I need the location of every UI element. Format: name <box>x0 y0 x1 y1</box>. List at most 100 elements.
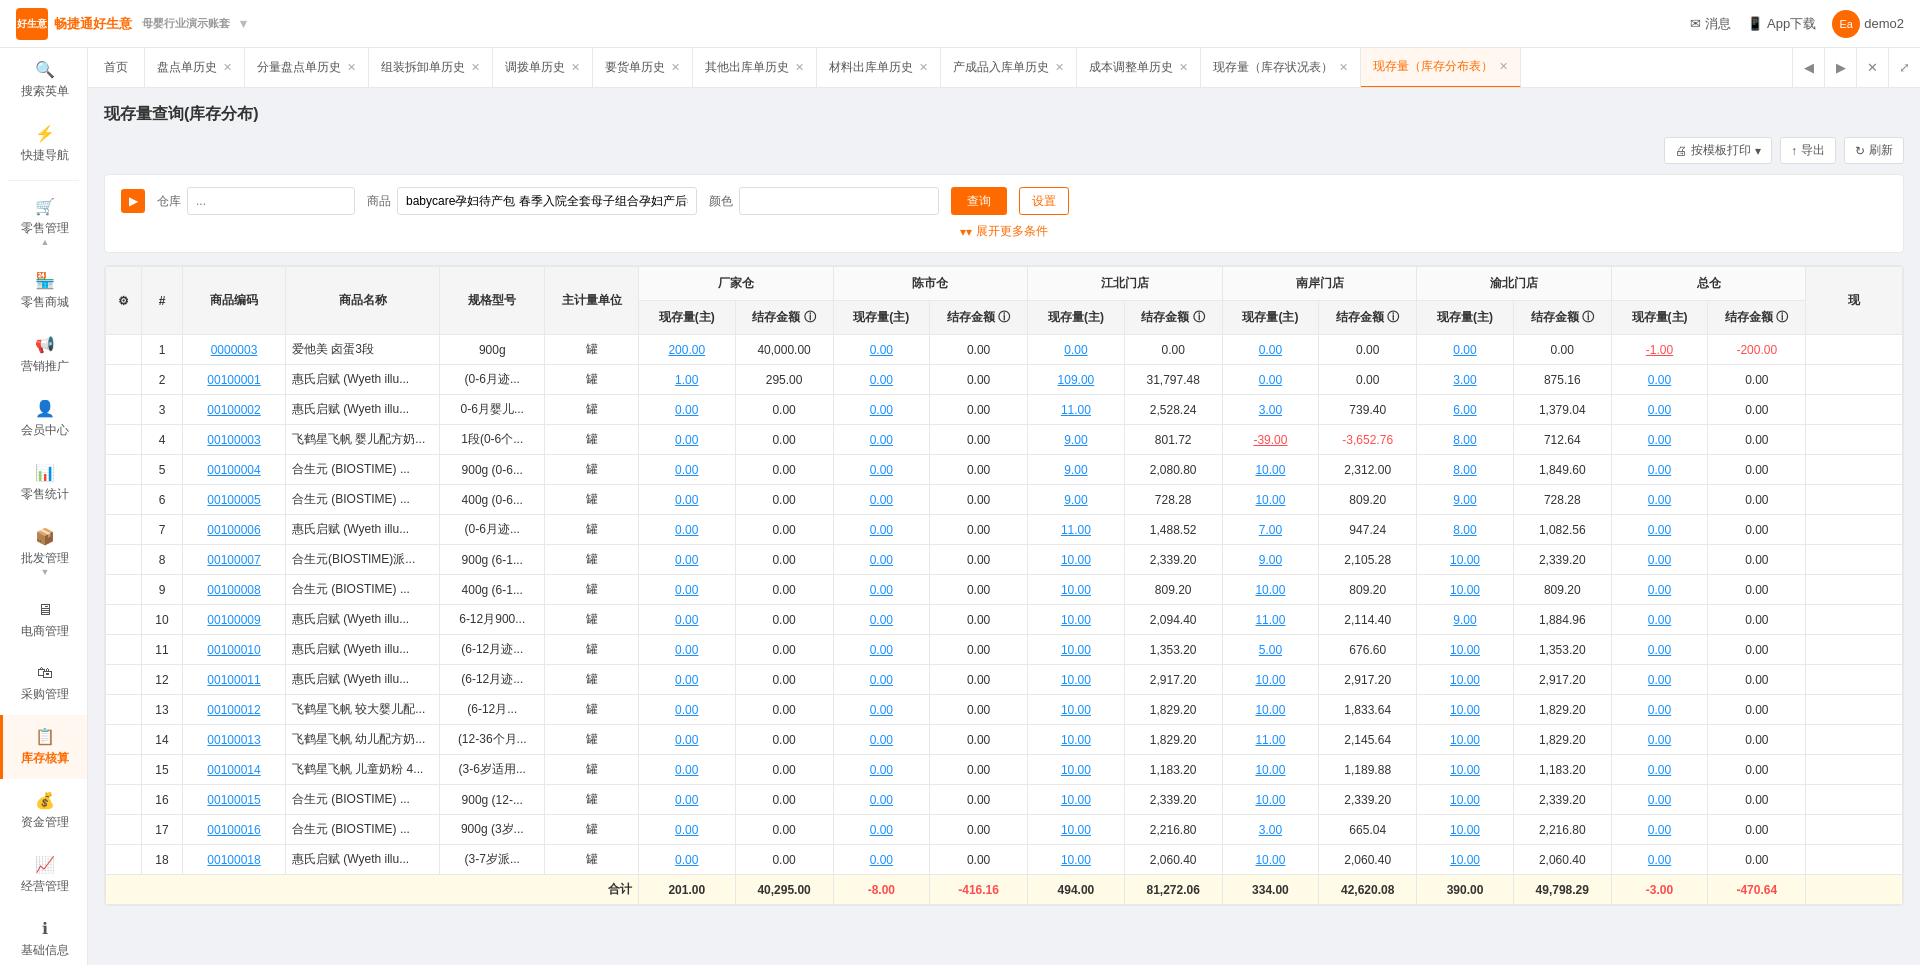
warehouse-input[interactable] <box>187 187 355 215</box>
cell-cf-stock[interactable]: 0.00 <box>639 725 735 755</box>
cell-cs-stock[interactable]: 0.00 <box>833 635 929 665</box>
cell-na-stock[interactable]: 10.00 <box>1222 575 1318 605</box>
cell-cs-stock[interactable]: 0.00 <box>833 845 929 875</box>
cell-zc-stock[interactable]: 0.00 <box>1611 755 1707 785</box>
cell-code[interactable]: 00100012 <box>183 695 286 725</box>
cell-zc-stock[interactable]: 0.00 <box>1611 785 1707 815</box>
tab-home[interactable]: 首页 <box>88 48 145 88</box>
sidebar-item-ecom[interactable]: 🖥 电商管理 <box>0 589 87 652</box>
cell-jb-stock[interactable]: 11.00 <box>1028 515 1124 545</box>
cell-code[interactable]: 00100002 <box>183 395 286 425</box>
cell-zc-stock[interactable]: 0.00 <box>1611 395 1707 425</box>
tab-stockcount2[interactable]: 分量盘点单历史 ✕ <box>245 48 369 87</box>
cell-cs-stock[interactable]: 0.00 <box>833 365 929 395</box>
cell-yb-stock[interactable]: 10.00 <box>1417 635 1513 665</box>
cell-jb-stock[interactable]: 11.00 <box>1028 395 1124 425</box>
cell-cs-stock[interactable]: 0.00 <box>833 665 929 695</box>
cell-na-stock[interactable]: 9.00 <box>1222 545 1318 575</box>
tab-close-prodin[interactable]: ✕ <box>1055 61 1064 74</box>
cell-code[interactable]: 00100015 <box>183 785 286 815</box>
tab-prodin[interactable]: 产成品入库单历史 ✕ <box>941 48 1077 87</box>
cell-na-stock[interactable]: 10.00 <box>1222 785 1318 815</box>
cell-code[interactable]: 00100011 <box>183 665 286 695</box>
cell-jb-stock[interactable]: 0.00 <box>1028 335 1124 365</box>
cell-cf-stock[interactable]: 0.00 <box>639 845 735 875</box>
th-settings[interactable]: ⚙ <box>106 267 142 335</box>
cell-cs-stock[interactable]: 0.00 <box>833 425 929 455</box>
cell-zc-stock[interactable]: 0.00 <box>1611 845 1707 875</box>
cell-na-stock[interactable]: 0.00 <box>1222 335 1318 365</box>
cell-jb-stock[interactable]: 10.00 <box>1028 635 1124 665</box>
sidebar-item-finance[interactable]: 💰 资金管理 <box>0 779 87 843</box>
cell-cs-stock[interactable]: 0.00 <box>833 575 929 605</box>
cell-zc-stock[interactable]: 0.00 <box>1611 545 1707 575</box>
cell-cf-stock[interactable]: 0.00 <box>639 455 735 485</box>
cell-code[interactable]: 00100001 <box>183 365 286 395</box>
tab-close-otherout[interactable]: ✕ <box>795 61 804 74</box>
cell-yb-stock[interactable]: 8.00 <box>1417 425 1513 455</box>
sidebar-item-retail-stats[interactable]: 📊 零售统计 <box>0 451 87 515</box>
cell-cs-stock[interactable]: 0.00 <box>833 755 929 785</box>
cell-jb-stock[interactable]: 10.00 <box>1028 695 1124 725</box>
cell-yb-stock[interactable]: 8.00 <box>1417 515 1513 545</box>
cell-na-stock[interactable]: -39.00 <box>1222 425 1318 455</box>
cell-cf-stock[interactable]: 0.00 <box>639 695 735 725</box>
cell-jb-stock[interactable]: 10.00 <box>1028 755 1124 785</box>
tab-stockstatus[interactable]: 现存量（库存状况表） ✕ <box>1201 48 1361 87</box>
dropdown-icon[interactable]: ▾ <box>240 16 247 31</box>
cell-cs-stock[interactable]: 0.00 <box>833 395 929 425</box>
sidebar-item-wholesale[interactable]: 📦 批发管理 ▼ <box>0 515 87 589</box>
cell-na-stock[interactable]: 11.00 <box>1222 605 1318 635</box>
sidebar-item-retail[interactable]: 🛒 零售管理 ▲ <box>0 185 87 259</box>
sidebar-item-basic[interactable]: ℹ 基础信息 <box>0 907 87 965</box>
sidebar-item-member[interactable]: 👤 会员中心 <box>0 387 87 451</box>
cell-code[interactable]: 00100013 <box>183 725 286 755</box>
cell-yb-stock[interactable]: 10.00 <box>1417 815 1513 845</box>
cell-cf-stock[interactable]: 0.00 <box>639 785 735 815</box>
cell-na-stock[interactable]: 10.00 <box>1222 845 1318 875</box>
cell-zc-stock[interactable]: 0.00 <box>1611 815 1707 845</box>
cell-jb-stock[interactable]: 9.00 <box>1028 485 1124 515</box>
setting-btn[interactable]: 设置 <box>1019 187 1069 215</box>
tab-otherout[interactable]: 其他出库单历史 ✕ <box>693 48 817 87</box>
cell-code[interactable]: 0000003 <box>183 335 286 365</box>
cell-cs-stock[interactable]: 0.00 <box>833 485 929 515</box>
cell-cf-stock[interactable]: 0.00 <box>639 395 735 425</box>
tab-prev-btn[interactable]: ◀ <box>1792 48 1824 88</box>
cell-cs-stock[interactable]: 0.00 <box>833 815 929 845</box>
cell-yb-stock[interactable]: 10.00 <box>1417 575 1513 605</box>
cell-jb-stock[interactable]: 9.00 <box>1028 455 1124 485</box>
cell-zc-stock[interactable]: 0.00 <box>1611 695 1707 725</box>
sidebar-item-marketing[interactable]: 📢 营销推广 <box>0 323 87 387</box>
cell-code[interactable]: 00100016 <box>183 815 286 845</box>
toggle-arrow[interactable]: ▶ <box>121 189 145 213</box>
color-input[interactable] <box>739 187 939 215</box>
tab-close-costadjust[interactable]: ✕ <box>1179 61 1188 74</box>
export-btn[interactable]: ↑ 导出 <box>1780 137 1836 164</box>
cell-cs-stock[interactable]: 0.00 <box>833 605 929 635</box>
cell-yb-stock[interactable]: 10.00 <box>1417 545 1513 575</box>
cell-cf-stock[interactable]: 0.00 <box>639 605 735 635</box>
cell-code[interactable]: 00100008 <box>183 575 286 605</box>
cell-code[interactable]: 00100009 <box>183 605 286 635</box>
sidebar-item-operation[interactable]: 📈 经营管理 <box>0 843 87 907</box>
cell-zc-stock[interactable]: 0.00 <box>1611 605 1707 635</box>
tab-next-btn[interactable]: ▶ <box>1824 48 1856 88</box>
expand-conditions-btn[interactable]: ▾▾ 展开更多条件 <box>960 223 1048 240</box>
cell-yb-stock[interactable]: 10.00 <box>1417 845 1513 875</box>
cell-zc-stock[interactable]: 0.00 <box>1611 365 1707 395</box>
tab-close-requisition[interactable]: ✕ <box>671 61 680 74</box>
cell-cs-stock[interactable]: 0.00 <box>833 785 929 815</box>
print-btn[interactable]: 🖨 按模板打印 ▾ <box>1664 137 1772 164</box>
cell-na-stock[interactable]: 10.00 <box>1222 755 1318 785</box>
tab-expand-btn[interactable]: ⤢ <box>1888 48 1920 88</box>
cell-cf-stock[interactable]: 200.00 <box>639 335 735 365</box>
sidebar-item-shortcut[interactable]: ⚡ 快捷导航 <box>0 112 87 176</box>
cell-jb-stock[interactable]: 10.00 <box>1028 605 1124 635</box>
user-avatar[interactable]: Ea demo2 <box>1832 10 1904 38</box>
cell-na-stock[interactable]: 0.00 <box>1222 365 1318 395</box>
cell-code[interactable]: 00100010 <box>183 635 286 665</box>
tab-transfer[interactable]: 调拨单历史 ✕ <box>493 48 593 87</box>
cell-cs-stock[interactable]: 0.00 <box>833 455 929 485</box>
tab-stockcount[interactable]: 盘点单历史 ✕ <box>145 48 245 87</box>
